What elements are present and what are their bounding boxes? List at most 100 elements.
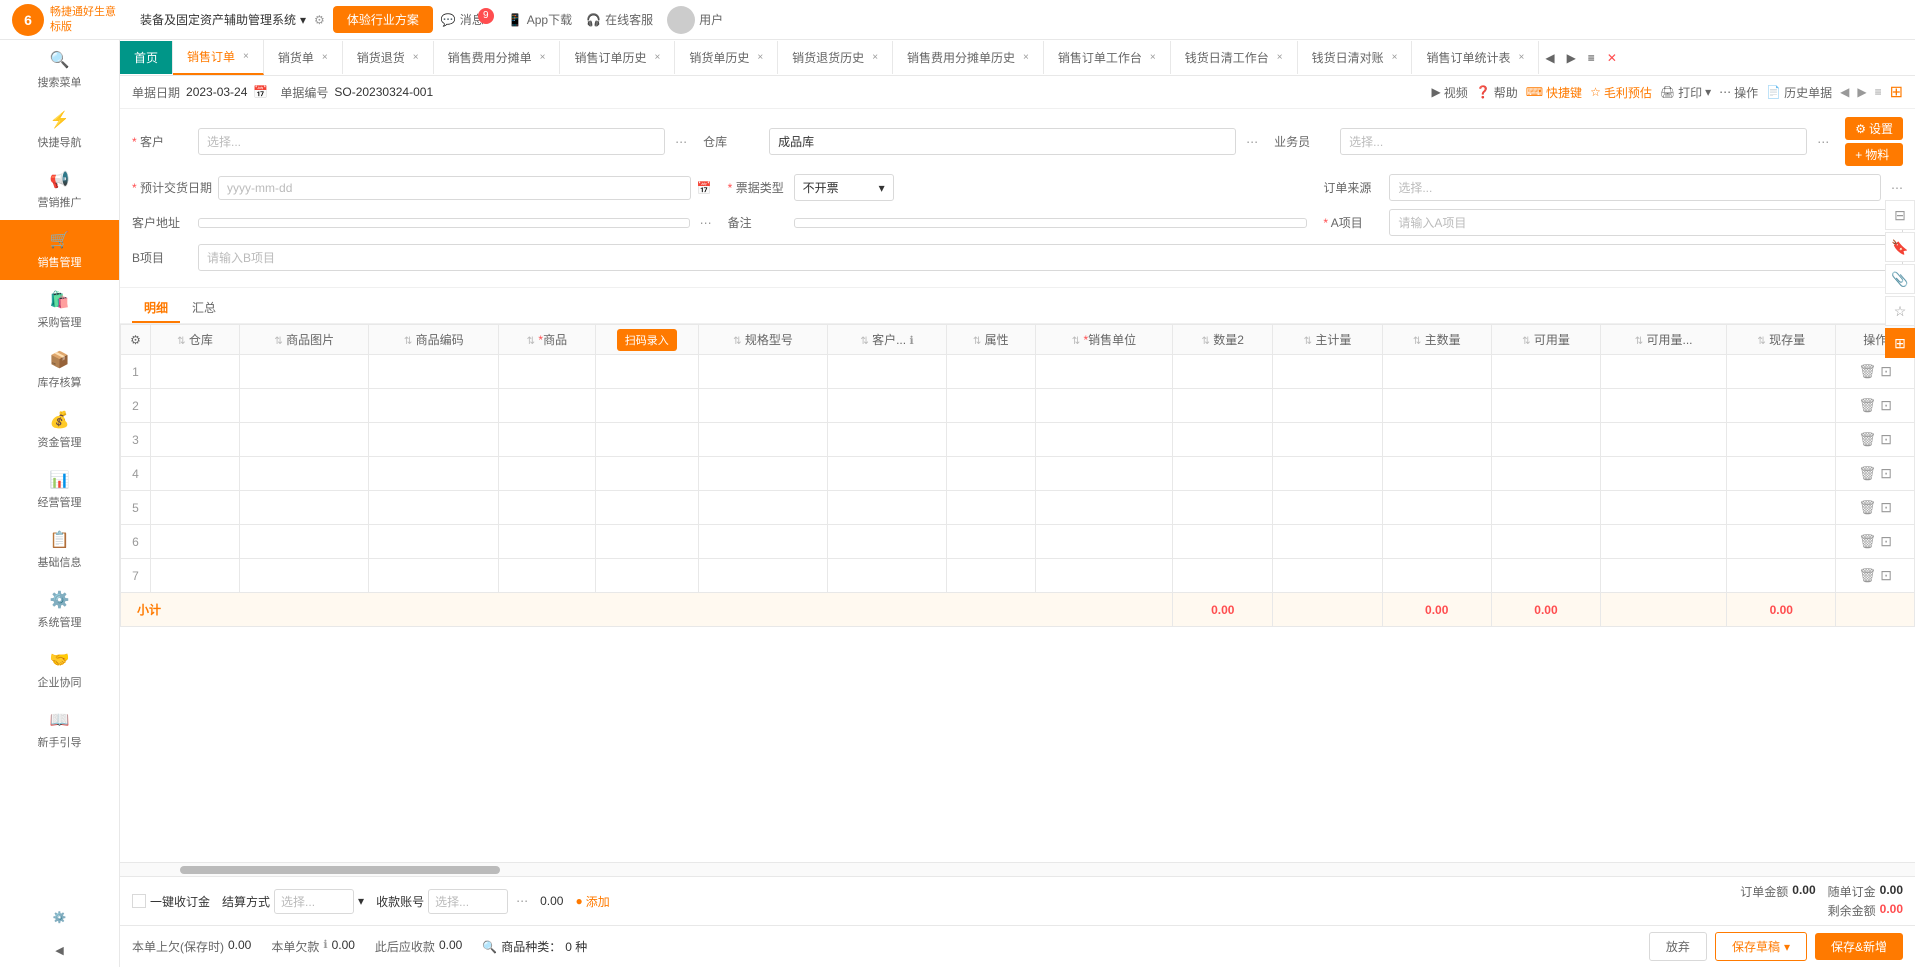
row-1-available[interactable] <box>1491 355 1600 389</box>
row-1-product[interactable] <box>498 355 595 389</box>
remark-input[interactable] <box>794 218 1308 228</box>
sidebar-item-basic-info[interactable]: 📋 基础信息 <box>0 520 119 580</box>
row-1-warehouse[interactable] <box>151 355 240 389</box>
row-2-warehouse[interactable] <box>151 389 240 423</box>
row-copy-icon[interactable]: ⊡ <box>1880 499 1892 516</box>
row-copy-icon[interactable]: ⊡ <box>1880 363 1892 380</box>
customer-input[interactable]: 选择... <box>198 128 665 155</box>
delivery-calendar-icon[interactable]: 📅 <box>697 181 712 195</box>
history-btn[interactable]: 📄 历史单据 <box>1766 84 1832 101</box>
tab-close-all-icon[interactable]: ✕ <box>1601 43 1623 73</box>
add-material-button[interactable]: + 物料 <box>1845 143 1903 166</box>
row-delete-icon[interactable]: 🗑 <box>1858 465 1876 482</box>
row-1-spec[interactable] <box>698 355 827 389</box>
sidebar-settings-icon[interactable]: ⚙️ <box>0 901 119 934</box>
notification-item[interactable]: 💬 消息 9 <box>441 11 494 28</box>
float-btn-3[interactable]: 📎 <box>1885 264 1915 294</box>
tab-daily-workbench[interactable]: 钱货日清工作台 × <box>1171 41 1298 74</box>
row-copy-icon[interactable]: ⊡ <box>1880 533 1892 550</box>
tab-close-icon5[interactable]: × <box>654 52 660 63</box>
industry-solution-button[interactable]: 体验行业方案 <box>333 6 433 33</box>
settle-method-select[interactable]: 选择... <box>274 889 354 914</box>
address-expand-icon[interactable]: ⋯ <box>700 216 712 230</box>
salesperson-expand-icon[interactable]: ⋯ <box>1817 135 1829 149</box>
nav-prev-icon[interactable]: ◀ <box>1840 85 1849 99</box>
sidebar-item-purchase[interactable]: 🛍️ 采购管理 <box>0 280 119 340</box>
bank-account-select[interactable]: 选择... <box>428 889 508 914</box>
order-source-expand-icon[interactable]: ⋯ <box>1891 181 1903 195</box>
tab-home[interactable]: 首页 <box>120 41 173 74</box>
profit-btn[interactable]: ☆ 毛利预估 <box>1590 84 1652 101</box>
sidebar-item-guide[interactable]: 📖 新手引导 <box>0 700 119 760</box>
tab-order-history[interactable]: 销售订单历史 × <box>560 41 675 74</box>
tab-close-icon11[interactable]: × <box>1392 52 1398 63</box>
table-container[interactable]: ⚙ ⇅ 仓库 ⇅ 商品图片 ⇅ 商品编码 ⇅ *商品 扫码录入 ⇅ 规格型号 ⇅… <box>120 324 1915 862</box>
tab-invoice-history[interactable]: 销货单历史 × <box>675 41 778 74</box>
tab-close-icon2[interactable]: × <box>322 52 328 63</box>
tab-more-icon[interactable]: ≡ <box>1582 43 1601 73</box>
tab-close-icon8[interactable]: × <box>1023 52 1029 63</box>
shortcut-btn[interactable]: ⌨ 快捷键 <box>1526 84 1582 101</box>
horizontal-scrollbar[interactable] <box>120 862 1915 876</box>
view-btn[interactable]: ▶ 视频 <box>1432 84 1468 101</box>
user-item[interactable]: 用户 <box>667 6 723 34</box>
tab-sales-order[interactable]: 销售订单 × <box>173 40 264 75</box>
tab-close-icon7[interactable]: × <box>872 52 878 63</box>
tab-expense-history[interactable]: 销售费用分摊单历史 × <box>893 41 1044 74</box>
float-btn-1[interactable]: ⊟ <box>1885 200 1915 230</box>
address-input[interactable] <box>198 218 690 228</box>
add-btn[interactable]: ● 添加 <box>575 893 609 910</box>
sidebar-collapse-icon[interactable]: ◀ <box>0 934 119 967</box>
tab-close-icon10[interactable]: × <box>1277 52 1283 63</box>
tab-summary[interactable]: 汇总 <box>180 294 228 323</box>
print-btn[interactable]: 🖨 打印 ▾ <box>1660 84 1711 101</box>
row-1-unit[interactable] <box>1035 355 1172 389</box>
tab-sales-invoice[interactable]: 销货单 × <box>264 41 343 74</box>
tab-close-icon6[interactable]: × <box>757 52 763 63</box>
tab-sales-report[interactable]: 销售订单统计表 × <box>1412 41 1539 74</box>
row-1-current[interactable] <box>1727 355 1836 389</box>
sidebar-item-system[interactable]: ⚙️ 系统管理 <box>0 580 119 640</box>
salesperson-input[interactable]: 选择... <box>1340 128 1807 155</box>
settings-button[interactable]: ⚙ 设置 <box>1845 117 1903 140</box>
float-btn-2[interactable]: 🔖 <box>1885 232 1915 262</box>
sidebar-item-search[interactable]: 🔍 搜索菜单 <box>0 40 119 100</box>
row-delete-icon[interactable]: 🗑 <box>1858 567 1876 584</box>
tab-close-icon9[interactable]: × <box>1150 52 1156 63</box>
order-source-input[interactable]: 选择... <box>1389 174 1881 201</box>
discard-button[interactable]: 放弃 <box>1649 932 1707 961</box>
tab-close-icon3[interactable]: × <box>413 52 419 63</box>
row-1-customer-code[interactable] <box>828 355 947 389</box>
row-1-available2[interactable] <box>1601 355 1727 389</box>
row-1-image[interactable] <box>239 355 368 389</box>
tab-close-icon4[interactable]: × <box>540 52 546 63</box>
row-copy-icon[interactable]: ⊡ <box>1880 397 1892 414</box>
tab-close-icon[interactable]: × <box>243 51 249 62</box>
col-settings[interactable]: ⚙ <box>121 325 151 355</box>
sidebar-item-sales[interactable]: 🛒 销售管理 <box>0 220 119 280</box>
tab-close-icon12[interactable]: × <box>1518 52 1524 63</box>
sidebar-item-quicknav[interactable]: ⚡ 快捷导航 <box>0 100 119 160</box>
app-download-item[interactable]: 📱 App下载 <box>508 11 572 28</box>
nav-next-icon[interactable]: ▶ <box>1857 85 1866 99</box>
tab-prev-arrow[interactable]: ◀ <box>1539 43 1560 73</box>
float-btn-5[interactable]: ⊞ <box>1885 328 1915 358</box>
more-btn[interactable]: ⋯ 操作 <box>1719 84 1758 101</box>
tab-next-arrow[interactable]: ▶ <box>1561 43 1582 73</box>
row-1-attr[interactable] <box>946 355 1035 389</box>
sidebar-item-cooperation[interactable]: 🤝 企业协同 <box>0 640 119 700</box>
tab-order-workbench[interactable]: 销售订单工作台 × <box>1044 41 1171 74</box>
scan-button[interactable]: 扫码录入 <box>617 329 677 351</box>
row-1-main-qty[interactable] <box>1382 355 1491 389</box>
row-1-qty2[interactable] <box>1173 355 1273 389</box>
sidebar-item-operations[interactable]: 📊 经营管理 <box>0 460 119 520</box>
system-title-dropdown[interactable]: 装备及固定资产辅助管理系统 ▾ <box>140 11 306 28</box>
calendar-icon[interactable]: 📅 <box>253 85 268 99</box>
list-view-icon[interactable]: ≡ <box>1875 85 1882 99</box>
sidebar-item-inventory[interactable]: 📦 库存核算 <box>0 340 119 400</box>
tab-sales-return[interactable]: 销货退货 × <box>343 41 434 74</box>
save-draft-button[interactable]: 保存草稿 ▾ <box>1715 932 1807 961</box>
sidebar-item-marketing[interactable]: 📢 营销推广 <box>0 160 119 220</box>
row-copy-icon[interactable]: ⊡ <box>1880 465 1892 482</box>
tab-daily-reconcile[interactable]: 钱货日清对账 × <box>1298 41 1413 74</box>
